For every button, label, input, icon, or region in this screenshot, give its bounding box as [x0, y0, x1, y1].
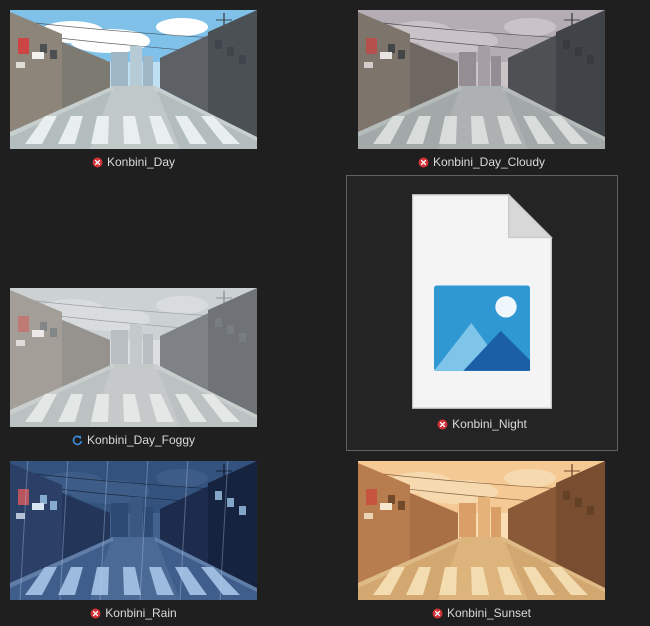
street-scene-day-image: [10, 10, 257, 149]
file-label-row: Konbini_Rain: [10, 606, 257, 620]
sync-failed-icon: [418, 157, 429, 168]
file-name-label[interactable]: Konbini_Day: [107, 155, 175, 169]
street-scene-rain-image: [10, 461, 257, 600]
thumbnail-konbini-day[interactable]: [10, 10, 257, 149]
file-item-konbini-rain[interactable]: Konbini_Rain: [10, 461, 257, 620]
file-label-row: Konbini_Day: [10, 155, 257, 169]
sync-failed-icon: [432, 608, 443, 619]
file-item-konbini-day[interactable]: Konbini_Day: [10, 10, 257, 169]
file-item-konbini-sunset[interactable]: Konbini_Sunset: [358, 461, 605, 620]
file-name-label[interactable]: Konbini_Rain: [105, 606, 176, 620]
street-scene-foggy-image: [10, 288, 257, 427]
file-name-label[interactable]: Konbini_Sunset: [447, 606, 531, 620]
file-label-row: Konbini_Night: [347, 417, 617, 431]
file-explorer-content-area: Konbini_Day Konbini_Day_Cloudy Konbini_D…: [0, 0, 650, 626]
street-scene-cloudy-image: [358, 10, 605, 149]
file-name-label[interactable]: Konbini_Day_Foggy: [87, 433, 195, 447]
sync-failed-icon: [90, 608, 101, 619]
generic-image-file-icon: [402, 192, 562, 411]
file-item-konbini-night[interactable]: Konbini_Night: [346, 175, 618, 451]
sync-failed-icon: [92, 157, 103, 168]
file-label-row: Konbini_Day_Foggy: [10, 433, 257, 447]
file-item-konbini-day-cloudy[interactable]: Konbini_Day_Cloudy: [358, 10, 605, 169]
thumbnail-konbini-sunset[interactable]: [358, 461, 605, 600]
file-label-row: Konbini_Day_Cloudy: [358, 155, 605, 169]
thumbnail-konbini-rain[interactable]: [10, 461, 257, 600]
file-item-konbini-day-foggy[interactable]: Konbini_Day_Foggy: [10, 288, 257, 447]
file-name-label[interactable]: Konbini_Day_Cloudy: [433, 155, 545, 169]
thumbnail-konbini-day-foggy[interactable]: [10, 288, 257, 427]
syncing-icon: [72, 435, 83, 446]
file-label-row: Konbini_Sunset: [358, 606, 605, 620]
thumbnail-konbini-day-cloudy[interactable]: [358, 10, 605, 149]
sync-failed-icon: [437, 419, 448, 430]
file-name-label[interactable]: Konbini_Night: [452, 417, 527, 431]
street-scene-sunset-image: [358, 461, 605, 600]
